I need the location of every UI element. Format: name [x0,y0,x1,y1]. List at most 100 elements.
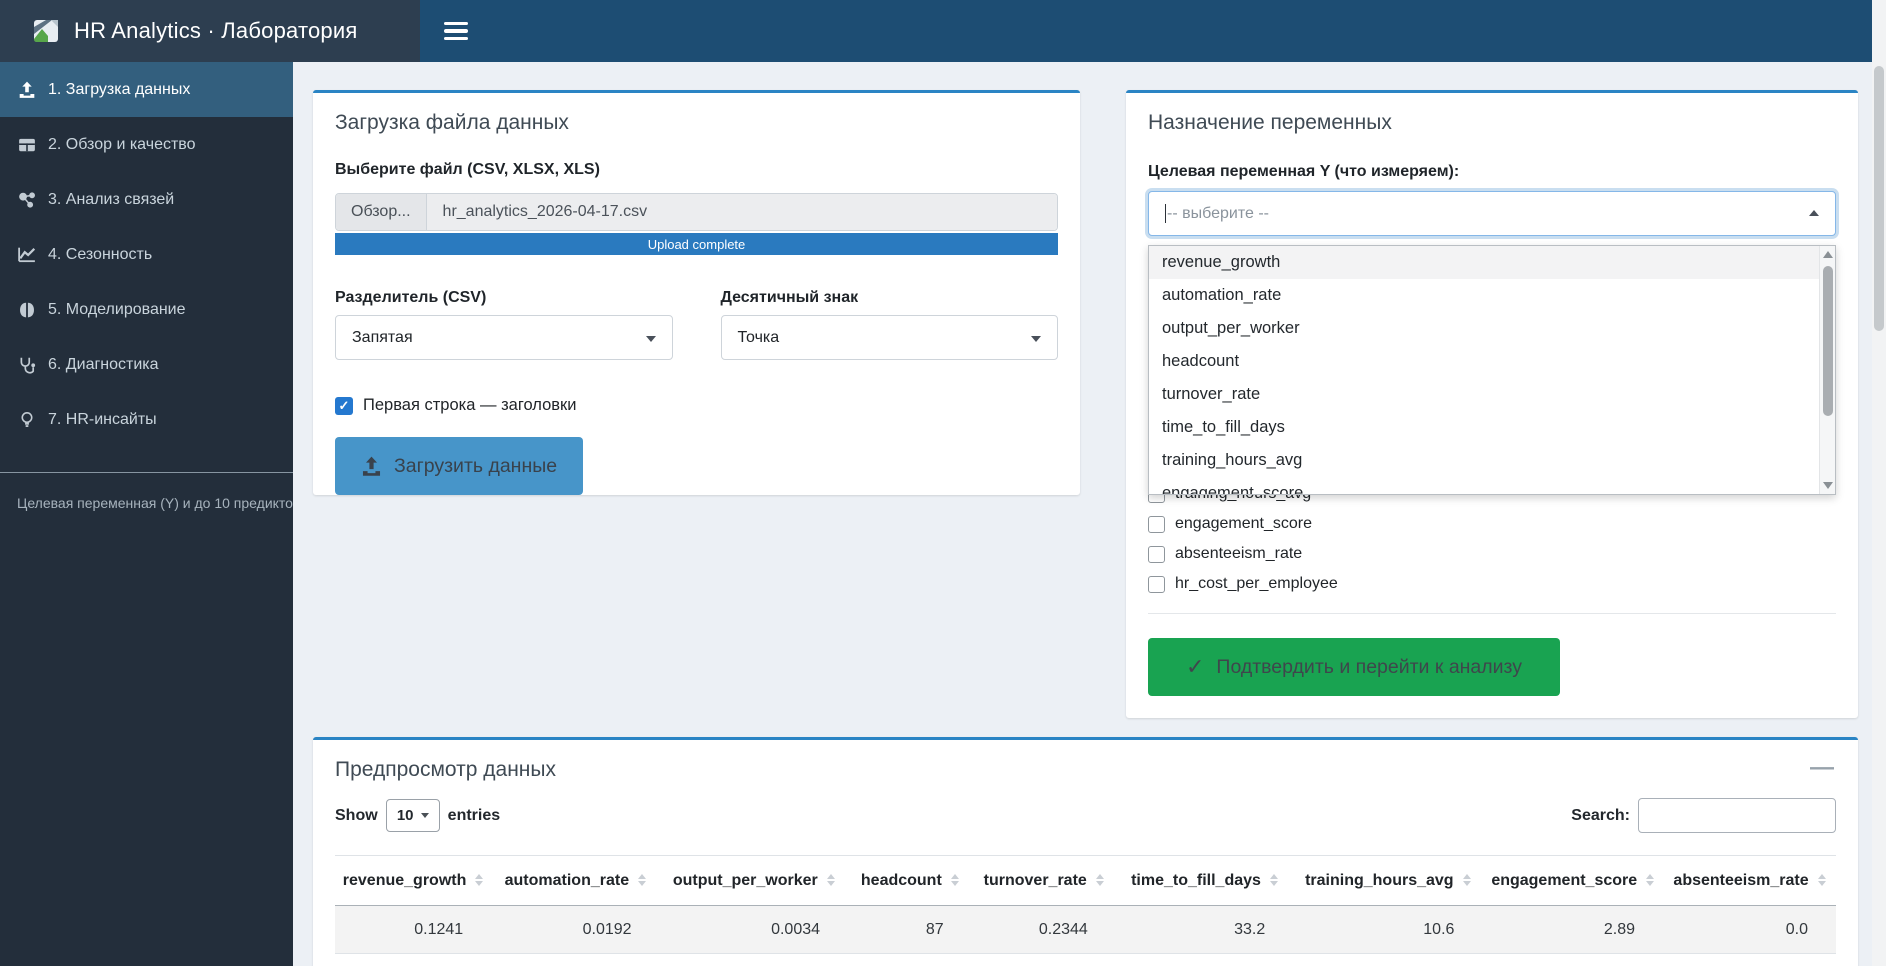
sort-icon [826,874,835,887]
sidebar-item-label: 7. HR-инсайты [48,410,157,428]
sidebar-item-hr-insights[interactable]: 7. HR-инсайты [0,392,293,447]
data-preview-card: Предпросмотр данных — Show 10 entries Se… [313,737,1858,966]
load-data-button[interactable]: Загрузить данные [335,437,584,495]
table-cell: 90 [848,953,972,966]
scrollbar-thumb[interactable] [1874,66,1884,331]
checkbox-unchecked-icon[interactable] [1148,515,1165,533]
table-cell: 0.0 [1663,953,1836,966]
table-cell: 0.2344 [971,905,1116,954]
sidebar: 1. Загрузка данных 2. Обзор и качество 3… [0,62,293,966]
predictor-label: absenteeism_rate [1175,545,1303,562]
dropdown-option[interactable]: engagement_score [1149,477,1819,494]
collapse-icon[interactable]: — [1810,754,1834,782]
dropdown-option[interactable]: headcount [1149,345,1819,378]
upload-progress-bar: Upload complete [335,233,1058,255]
sidebar-item-relationship-analysis[interactable]: 3. Анализ связей [0,172,293,227]
column-header[interactable]: headcount [848,855,972,906]
sidebar-item-modeling[interactable]: 5. Моделирование [0,282,293,337]
entries-label: entries [447,806,501,824]
table-cell: 87 [848,905,972,954]
column-header[interactable]: time_to_fill_days [1115,855,1294,906]
table-cell: 0.1241 [335,905,492,954]
sort-icon [1095,874,1104,887]
checkbox-checked-icon[interactable]: ✓ [335,396,353,415]
caret-up-icon [1809,209,1819,216]
sidebar-nav: 1. Загрузка данных 2. Обзор и качество 3… [0,62,293,447]
delimiter-label: Разделитель (CSV) [335,289,487,306]
sidebar-footer-note: Целевая переменная (Y) и до 10 предикто [17,495,293,511]
sidebar-item-diagnostics[interactable]: 6. Диагностика [0,337,293,392]
predictor-row[interactable]: absenteeism_rate [1148,539,1836,569]
page-scrollbar[interactable] [1872,0,1886,966]
assign-card-title: Назначение переменных [1148,111,1392,134]
header-row-checkbox-label: Первая строка — заголовки [363,396,577,414]
sidebar-item-label: 6. Диагностика [48,355,159,373]
checkbox-unchecked-icon[interactable] [1148,575,1165,593]
sidebar-item-overview-quality[interactable]: 2. Обзор и качество [0,117,293,172]
sidebar-item-label: 5. Моделирование [48,300,186,318]
search-input[interactable] [1638,798,1836,833]
brand: HR Analytics · Лаборатория [0,0,420,62]
confirm-analysis-button[interactable]: ✓ Подтвердить и перейти к анализу [1148,638,1560,696]
selected-filename: hr_analytics_2026-04-17.csv [426,194,1057,230]
sort-icon [475,874,484,887]
column-header[interactable]: automation_rate [491,855,660,906]
file-input[interactable]: Обзор... hr_analytics_2026-04-17.csv [335,193,1058,231]
preview-card-title: Предпросмотр данных [335,758,556,781]
table-cell: 0.0034 [659,905,849,954]
dropdown-option[interactable]: time_to_fill_days [1149,411,1819,444]
brain-icon [17,300,37,320]
assign-card-divider [1148,613,1836,614]
decimal-select[interactable]: Точка [720,315,1058,360]
assign-variables-card: Назначение переменных Целевая переменная… [1126,90,1858,718]
dropdown-option[interactable]: automation_rate [1149,279,1819,312]
upload-card: Загрузка файла данных Выберите файл (CSV… [313,90,1080,495]
scrollbar-thumb[interactable] [1823,266,1833,416]
sort-icon [950,874,959,887]
column-header[interactable]: revenue_growth [335,855,492,906]
dropdown-scrollbar[interactable] [1819,246,1835,494]
page-length-value: 10 [396,807,414,824]
page-length-select[interactable]: 10 [385,799,440,832]
sidebar-item-seasonality[interactable]: 4. Сезонность [0,227,293,282]
sidebar-item-data-upload[interactable]: 1. Загрузка данных [0,62,293,117]
sort-icon [638,874,647,887]
sort-icon [1646,874,1655,887]
checkbox-unchecked-icon[interactable] [1148,545,1165,563]
sort-icon [1269,874,1278,887]
data-preview-table: revenue_growth automation_rate output_pe… [335,855,1836,966]
sidebar-divider [0,472,293,473]
header-row-checkbox[interactable]: ✓ Первая строка — заголовки [335,396,1058,415]
main-content: Загрузка файла данных Выберите файл (CSV… [293,62,1872,966]
predictor-label: hr_cost_per_employee [1175,575,1338,592]
dropdown-option[interactable]: turnover_rate [1149,378,1819,411]
target-variable-combobox[interactable]: -- выберите -- [1148,191,1836,236]
column-header[interactable]: training_hours_avg [1293,855,1483,906]
delimiter-select[interactable]: Запятая [335,315,673,360]
dropdown-option[interactable]: revenue_growth [1149,246,1819,279]
stethoscope-icon [17,355,37,375]
load-data-button-label: Загрузить данные [394,454,558,477]
dropdown-option[interactable]: training_hours_avg [1149,444,1819,477]
check-icon: ✓ [1185,654,1205,679]
scroll-up-icon[interactable] [1823,251,1833,258]
sidebar-item-label: 3. Анализ связей [48,190,175,208]
delimiter-value: Запятая [352,328,413,346]
hamburger-menu-icon[interactable] [444,11,484,51]
scroll-down-icon[interactable] [1823,482,1833,489]
top-navbar: HR Analytics · Лаборатория [0,0,1872,62]
column-header[interactable]: turnover_rate [971,855,1116,906]
predictor-row[interactable]: engagement_score [1148,509,1836,539]
combobox-placeholder: -- выберите -- [1167,204,1269,222]
dropdown-option[interactable]: output_per_worker [1149,312,1819,345]
column-header[interactable]: output_per_worker [659,855,849,906]
predictor-row[interactable]: hr_cost_per_employee [1148,569,1836,599]
column-header[interactable]: absenteeism_rate [1663,855,1836,906]
table-row: 0.164 0.0667 0.0469 90 0.2429 37.4 12.8 … [335,953,1836,966]
column-header[interactable]: engagement_score [1482,855,1664,906]
sidebar-item-label: 2. Обзор и качество [48,135,196,153]
app-logo-icon [32,17,60,45]
target-variable-label: Целевая переменная Y (что измеряем): [1148,163,1460,180]
browse-button[interactable]: Обзор... [336,194,427,230]
table-cell: 0.0 [1663,905,1836,954]
